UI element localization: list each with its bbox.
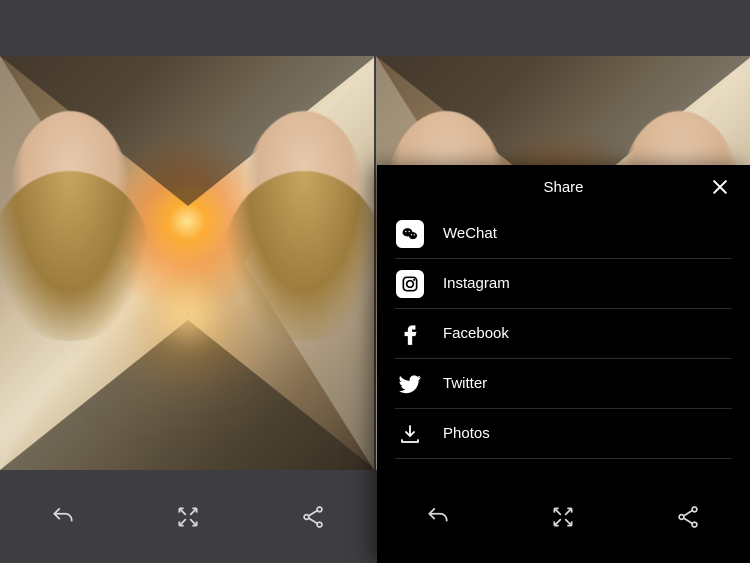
- share-item-label: Twitter: [443, 375, 487, 392]
- twitter-icon: [395, 369, 425, 399]
- share-title: Share: [543, 179, 583, 196]
- share-header: Share: [377, 165, 750, 209]
- download-icon: [395, 419, 425, 449]
- toolbar-right: [375, 470, 750, 563]
- close-button[interactable]: [698, 165, 742, 209]
- portrait-right: [244, 111, 364, 281]
- share-list: WeChat Instagram Facebook Twitter: [377, 209, 750, 459]
- share-item-facebook[interactable]: Facebook: [395, 309, 732, 359]
- status-spacer: [0, 0, 750, 56]
- facebook-icon: [395, 319, 425, 349]
- share-item-label: WeChat: [443, 225, 497, 242]
- share-item-wechat[interactable]: WeChat: [395, 209, 732, 259]
- bottom-toolbar-row: [0, 470, 750, 563]
- expand-icon: [175, 504, 201, 530]
- share-icon: [675, 504, 701, 530]
- undo-icon: [425, 504, 451, 530]
- expand-button[interactable]: [160, 489, 216, 545]
- share-item-photos[interactable]: Photos: [395, 409, 732, 459]
- toolbar-left: [0, 470, 375, 563]
- portrait-left: [10, 111, 130, 281]
- instagram-icon: [395, 269, 425, 299]
- wechat-icon: [395, 219, 425, 249]
- lens-flare: [187, 313, 189, 315]
- share-item-twitter[interactable]: Twitter: [395, 359, 732, 409]
- share-button[interactable]: [660, 489, 716, 545]
- share-item-label: Photos: [443, 425, 490, 442]
- share-button[interactable]: [285, 489, 341, 545]
- share-icon: [300, 504, 326, 530]
- preview-screen-left: [0, 56, 374, 470]
- expand-icon: [550, 504, 576, 530]
- close-icon: [710, 177, 730, 197]
- undo-button[interactable]: [410, 489, 466, 545]
- undo-button[interactable]: [35, 489, 91, 545]
- share-item-label: Instagram: [443, 275, 510, 292]
- share-item-instagram[interactable]: Instagram: [395, 259, 732, 309]
- mirrored-photo: [0, 56, 374, 470]
- expand-button[interactable]: [535, 489, 591, 545]
- undo-icon: [50, 504, 76, 530]
- share-item-label: Facebook: [443, 325, 509, 342]
